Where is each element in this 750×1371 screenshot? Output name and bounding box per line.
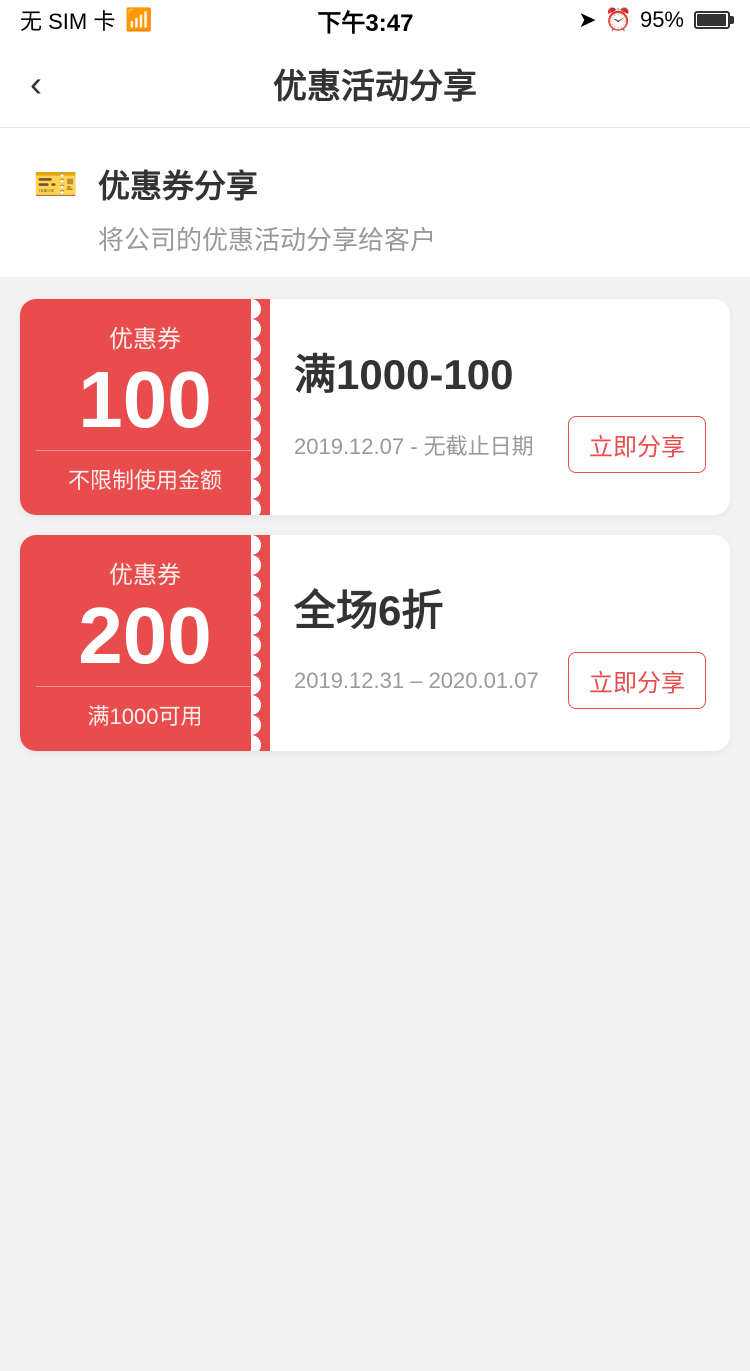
status-time: 下午3:47	[317, 3, 413, 38]
coupon-left-1: 优惠券 100 不限制使用金额	[20, 299, 270, 515]
alarm-icon: ⏰	[605, 7, 632, 33]
wifi-icon: 📶	[125, 7, 152, 33]
location-icon: ➤	[578, 7, 596, 33]
coupon-condition-1: 不限制使用金额	[36, 450, 254, 495]
share-button-2[interactable]: 立即分享	[568, 652, 706, 709]
coupon-card-1: 优惠券 100 不限制使用金额 满1000-100 2019.12.07 - 无…	[20, 299, 730, 515]
coupon-card-2: 优惠券 200 满1000可用 全场6折 2019.12.31 – 2020.0…	[20, 535, 730, 751]
share-button-1[interactable]: 立即分享	[568, 416, 706, 473]
nav-bar: ‹ 优惠活动分享	[0, 40, 750, 128]
coupon-condition-2: 满1000可用	[36, 686, 254, 731]
coupon-meta-1: 2019.12.07 - 无截止日期 立即分享	[294, 416, 706, 473]
coupon-date-2: 2019.12.31 – 2020.01.07	[294, 668, 552, 694]
coupon-right-1: 满1000-100 2019.12.07 - 无截止日期 立即分享	[270, 299, 730, 515]
status-carrier: 无 SIM 卡 📶	[20, 4, 153, 36]
coupon-left-2: 优惠券 200 满1000可用	[20, 535, 270, 751]
coupon-list: 优惠券 100 不限制使用金额 满1000-100 2019.12.07 - 无…	[0, 279, 750, 771]
battery-icon	[694, 11, 730, 29]
coupon-type-label-1: 优惠券	[109, 319, 181, 354]
carrier-text: 无 SIM 卡	[20, 4, 115, 36]
coupon-right-2: 全场6折 2019.12.31 – 2020.01.07 立即分享	[270, 535, 730, 751]
status-bar: 无 SIM 卡 📶 下午3:47 ➤ ⏰ 95%	[0, 0, 750, 40]
section-subtitle: 将公司的优惠活动分享给客户	[98, 220, 720, 257]
section-icon: 🎫	[30, 158, 82, 210]
section-header: 🎫 优惠券分享 将公司的优惠活动分享给客户	[0, 128, 750, 277]
coupon-date-1: 2019.12.07 - 无截止日期	[294, 429, 552, 461]
section-title: 优惠券分享	[98, 161, 258, 207]
coupon-value-2: 200	[78, 596, 211, 676]
coupon-type-label-2: 优惠券	[109, 555, 181, 590]
back-button[interactable]: ‹	[30, 63, 42, 105]
coupon-meta-2: 2019.12.31 – 2020.01.07 立即分享	[294, 652, 706, 709]
status-indicators: ➤ ⏰ 95%	[578, 7, 730, 33]
coupon-name-1: 满1000-100	[294, 341, 706, 402]
page-title: 优惠活动分享	[273, 59, 477, 108]
coupon-name-2: 全场6折	[294, 577, 706, 638]
bottom-space	[0, 771, 750, 1371]
coupon-value-1: 100	[78, 360, 211, 440]
battery-percent: 95%	[640, 7, 684, 33]
